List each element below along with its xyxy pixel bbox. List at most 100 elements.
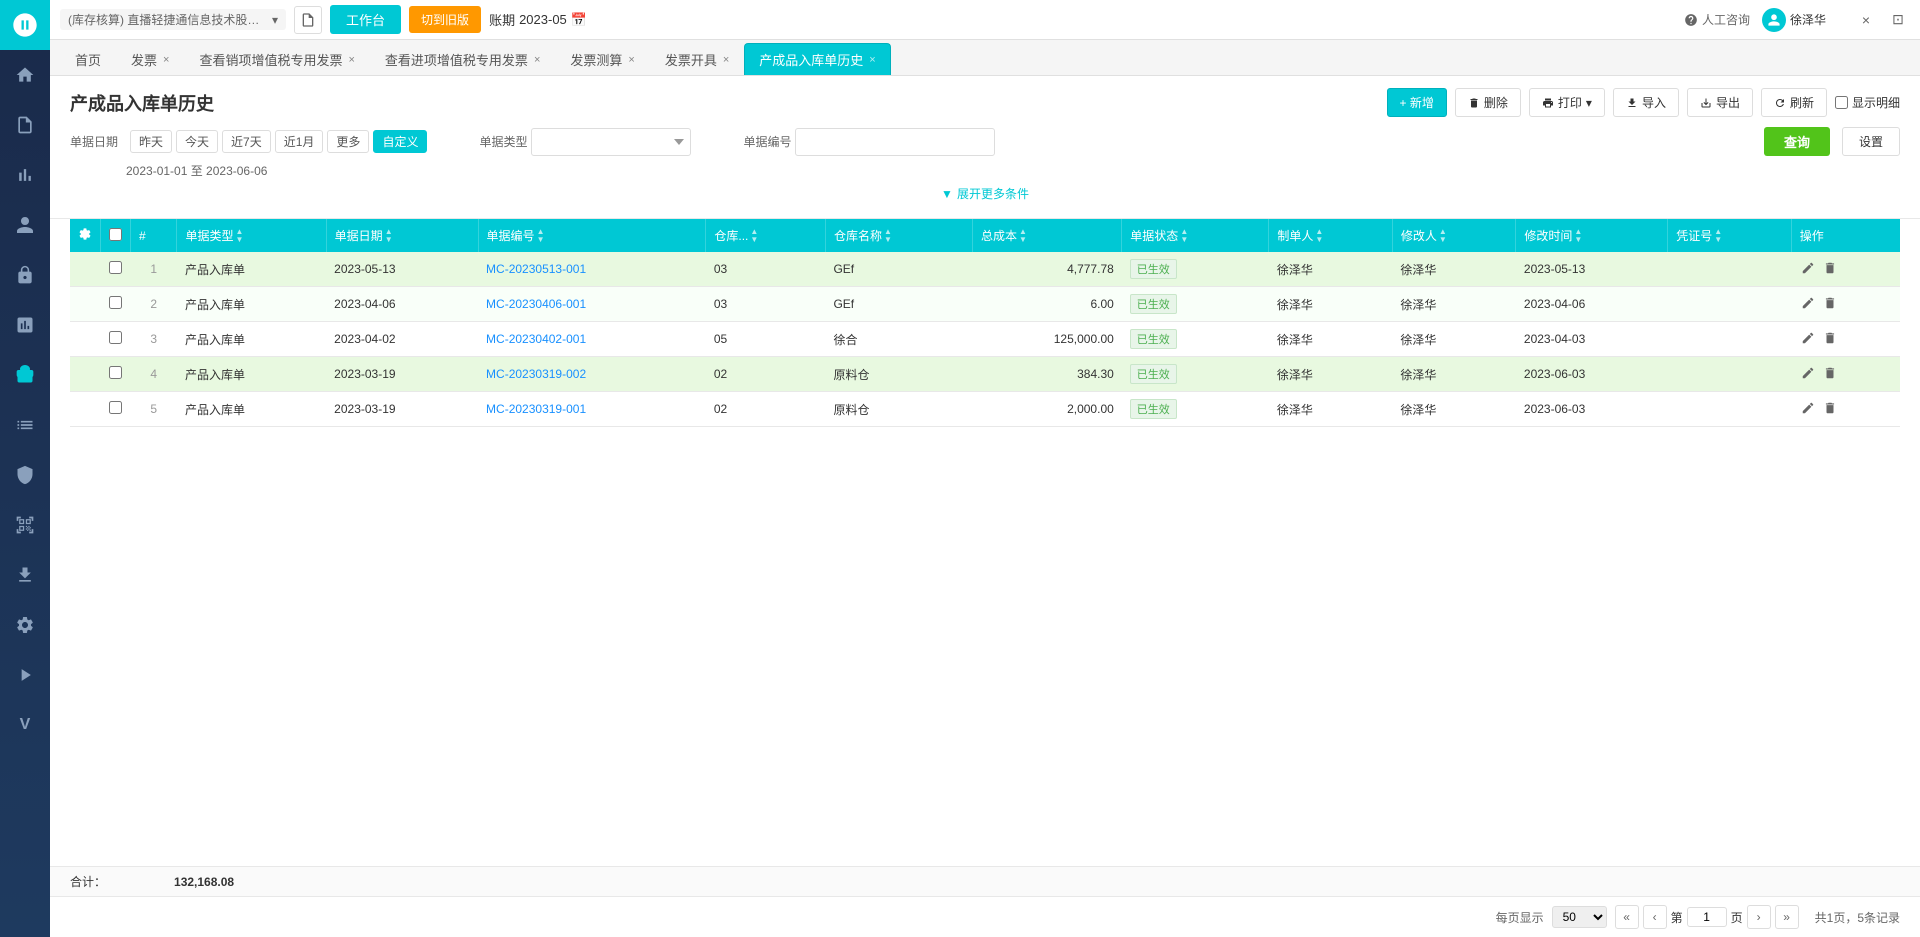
delete-row-icon[interactable]	[1823, 369, 1837, 383]
sidebar-item-home[interactable]	[0, 50, 50, 100]
minimize-button[interactable]: ×	[1854, 8, 1878, 32]
row-number-link[interactable]: MC-20230406-001	[486, 297, 586, 311]
row-checkbox[interactable]	[109, 331, 122, 344]
quick-7days[interactable]: 近7天	[222, 130, 271, 153]
tab-invoice-close[interactable]: ×	[163, 54, 169, 66]
tab-invoice-issue[interactable]: 发票开具 ×	[650, 43, 744, 75]
old-version-button[interactable]: 切到旧版	[409, 6, 481, 33]
sidebar-item-form[interactable]	[0, 300, 50, 350]
quick-yesterday[interactable]: 昨天	[130, 130, 172, 153]
row-checkbox[interactable]	[109, 401, 122, 414]
tab-invoice-issue-close[interactable]: ×	[723, 54, 729, 66]
row-number[interactable]: MC-20230319-002	[478, 357, 706, 392]
row-number[interactable]: MC-20230406-001	[478, 287, 706, 322]
row-checkbox-cell[interactable]	[101, 322, 131, 357]
maximize-button[interactable]: ⊡	[1886, 8, 1910, 32]
period-calendar-icon[interactable]: 📅	[571, 12, 587, 28]
page-number-input[interactable]	[1687, 907, 1727, 927]
prev-page-button[interactable]: ‹	[1643, 905, 1667, 929]
quick-today[interactable]: 今天	[176, 130, 218, 153]
tab-invoice-calc-close[interactable]: ×	[628, 54, 634, 66]
delete-row-icon[interactable]	[1823, 334, 1837, 348]
export-button[interactable]: 导出	[1687, 88, 1753, 117]
tab-product-stock[interactable]: 产成品入库单历史 ×	[744, 43, 890, 75]
quick-1month[interactable]: 近1月	[275, 130, 324, 153]
edit-icon[interactable]	[1801, 264, 1818, 278]
tab-sales-vat[interactable]: 查看销项增值税专用发票 ×	[184, 43, 369, 75]
th-modifier[interactable]: 修改人▲▼	[1392, 219, 1516, 252]
next-page-button[interactable]: ›	[1747, 905, 1771, 929]
th-creator[interactable]: 制单人▲▼	[1269, 219, 1393, 252]
th-voucher[interactable]: 凭证号▲▼	[1668, 219, 1792, 252]
row-number-link[interactable]: MC-20230319-002	[486, 367, 586, 381]
sidebar-item-doc[interactable]	[0, 100, 50, 150]
tab-invoice-calc[interactable]: 发票测算 ×	[555, 43, 649, 75]
edit-icon[interactable]	[1801, 299, 1818, 313]
sidebar-item-chart[interactable]	[0, 150, 50, 200]
row-number-link[interactable]: MC-20230319-001	[486, 402, 586, 416]
sidebar-item-scan[interactable]	[0, 500, 50, 550]
row-number[interactable]: MC-20230319-001	[478, 392, 706, 427]
per-page-select[interactable]: 50 100	[1552, 906, 1607, 928]
import-button[interactable]: 导入	[1613, 88, 1679, 117]
sidebar-item-download[interactable]	[0, 550, 50, 600]
row-checkbox[interactable]	[109, 296, 122, 309]
th-modify-time[interactable]: 修改时间▲▼	[1516, 219, 1668, 252]
expand-filter-button[interactable]: ▼ 展开更多条件	[941, 185, 1029, 202]
th-total-cost[interactable]: 总成本▲▼	[973, 219, 1122, 252]
sidebar-item-list[interactable]	[0, 400, 50, 450]
print-button[interactable]: 打印 ▾	[1529, 88, 1605, 117]
sidebar-item-v[interactable]: V	[0, 700, 50, 750]
company-selector[interactable]: (库存核算) 直播轻捷通信息技术股份... ▾	[60, 9, 286, 30]
sidebar-item-play[interactable]	[0, 650, 50, 700]
row-checkbox[interactable]	[109, 261, 122, 274]
number-filter-input[interactable]	[795, 128, 995, 156]
show-detail-checkbox[interactable]	[1835, 96, 1848, 109]
row-checkbox-cell[interactable]	[101, 252, 131, 287]
row-number-link[interactable]: MC-20230402-001	[486, 332, 586, 346]
row-number[interactable]: MC-20230513-001	[478, 252, 706, 287]
query-button[interactable]: 查询	[1764, 127, 1830, 156]
tab-invoice[interactable]: 发票 ×	[116, 43, 184, 75]
sidebar-item-lock[interactable]	[0, 250, 50, 300]
sidebar-item-stamp[interactable]	[0, 450, 50, 500]
workbench-button[interactable]: 工作台	[330, 5, 401, 34]
th-date[interactable]: 单据日期▲▼	[326, 219, 478, 252]
doc-button[interactable]	[294, 6, 322, 34]
th-settings[interactable]	[70, 219, 101, 252]
sidebar-item-settings[interactable]	[0, 600, 50, 650]
first-page-button[interactable]: «	[1615, 905, 1639, 929]
sidebar-item-box[interactable]	[0, 350, 50, 400]
edit-icon[interactable]	[1801, 369, 1818, 383]
th-number[interactable]: 单据编号▲▼	[478, 219, 706, 252]
edit-icon[interactable]	[1801, 404, 1818, 418]
th-status[interactable]: 单据状态▲▼	[1122, 219, 1269, 252]
tab-product-stock-close[interactable]: ×	[869, 54, 875, 66]
tab-home[interactable]: 首页	[60, 43, 116, 75]
row-number-link[interactable]: MC-20230513-001	[486, 262, 586, 276]
th-type[interactable]: 单据类型▲▼	[177, 219, 326, 252]
user-menu[interactable]: 徐泽华	[1762, 8, 1826, 32]
set-button[interactable]: 设置	[1842, 127, 1900, 156]
app-logo[interactable]	[0, 0, 50, 50]
select-all-checkbox[interactable]	[109, 228, 122, 241]
th-checkbox[interactable]	[101, 219, 131, 252]
tab-purchase-vat-close[interactable]: ×	[534, 54, 540, 66]
delete-button[interactable]: 删除	[1455, 88, 1521, 117]
th-warehouse-code[interactable]: 仓库...▲▼	[706, 219, 826, 252]
sidebar-item-person[interactable]	[0, 200, 50, 250]
delete-row-icon[interactable]	[1823, 404, 1837, 418]
delete-row-icon[interactable]	[1823, 299, 1837, 313]
last-page-button[interactable]: »	[1775, 905, 1799, 929]
row-checkbox[interactable]	[109, 366, 122, 379]
refresh-button[interactable]: 刷新	[1761, 88, 1827, 117]
tab-sales-vat-close[interactable]: ×	[348, 54, 354, 66]
help-button[interactable]: 人工咨询	[1684, 11, 1750, 28]
quick-more[interactable]: 更多	[327, 130, 369, 153]
new-button[interactable]: + 新增	[1387, 88, 1447, 117]
edit-icon[interactable]	[1801, 334, 1818, 348]
show-detail-checkbox-wrap[interactable]: 显示明细	[1835, 94, 1900, 111]
row-checkbox-cell[interactable]	[101, 357, 131, 392]
row-checkbox-cell[interactable]	[101, 287, 131, 322]
row-checkbox-cell[interactable]	[101, 392, 131, 427]
